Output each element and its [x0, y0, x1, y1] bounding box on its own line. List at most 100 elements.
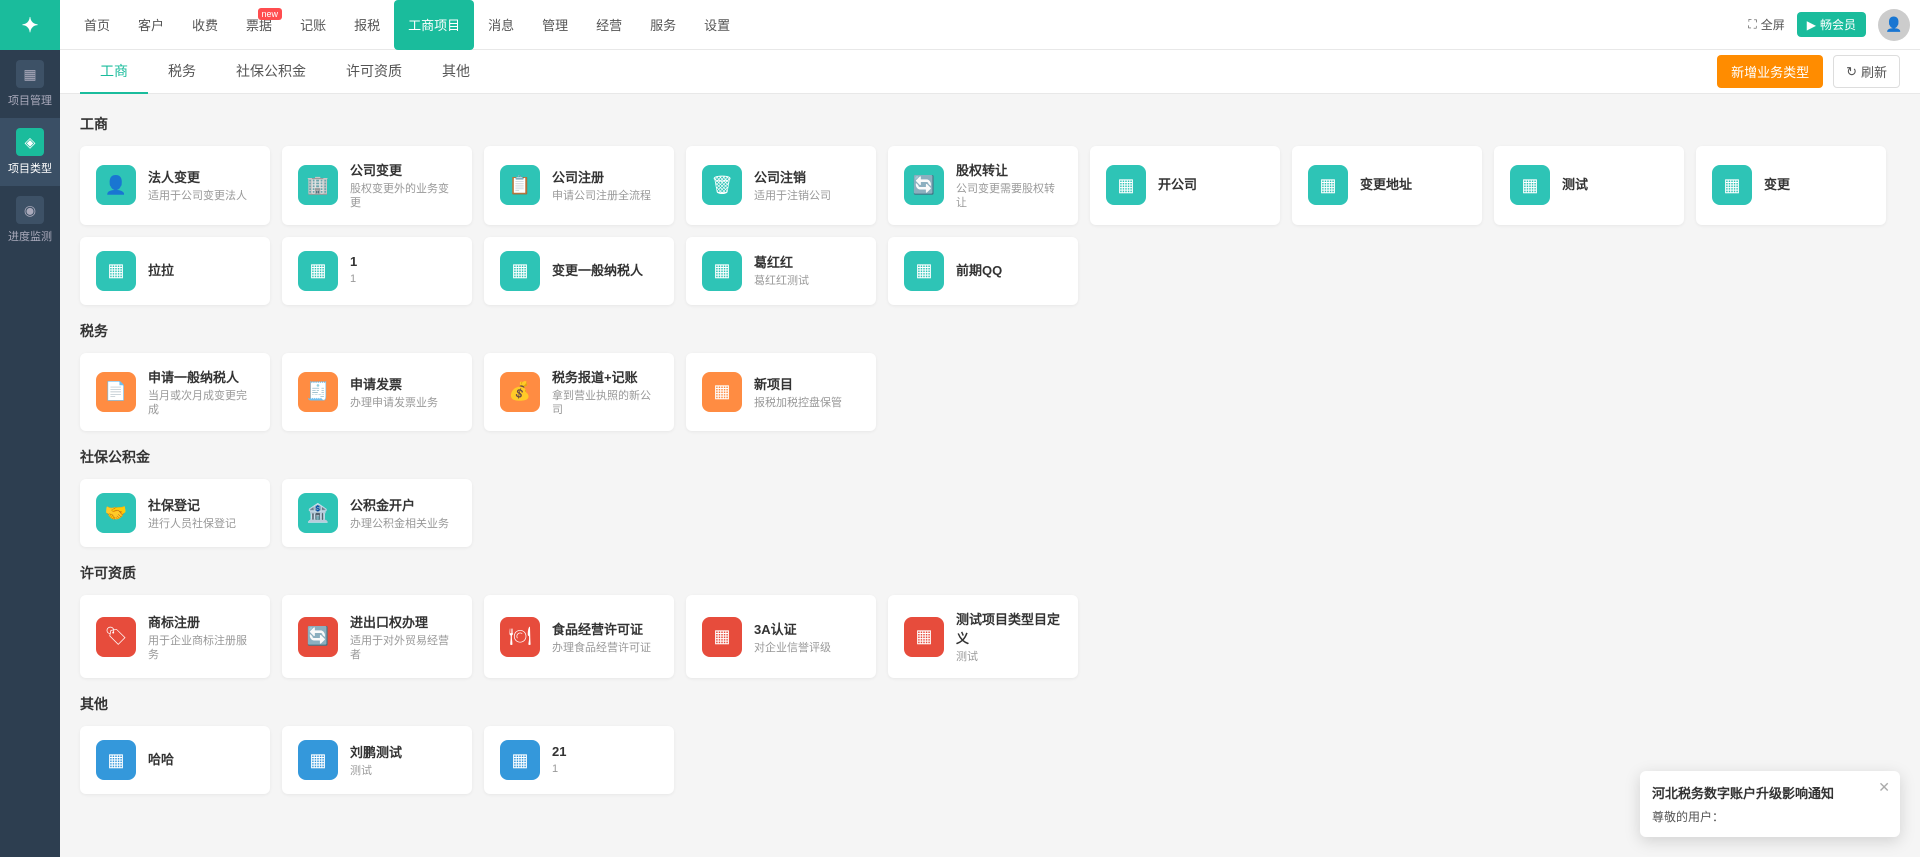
card-food-license[interactable]: 🍽 食品经营许可证 办理食品经营许可证 [484, 595, 674, 678]
card-change-tax[interactable]: ▦ 变更一般纳税人 [484, 237, 674, 305]
card-change-address[interactable]: ▦ 变更地址 [1292, 146, 1482, 225]
new-business-type-button[interactable]: 新增业务类型 [1717, 55, 1823, 88]
card-icon-front-qq: ▦ [904, 251, 944, 291]
card-haha[interactable]: ▦ 哈哈 [80, 726, 270, 794]
section-social-title: 社保公积金 [80, 447, 1900, 467]
nav-invoice[interactable]: 票据 new [232, 0, 286, 50]
card-subtitle-legal-change: 适用于公司变更法人 [148, 189, 247, 203]
card-3a-cert[interactable]: ▦ 3A认证 对企业信誉评级 [686, 595, 876, 678]
subtab-industrial[interactable]: 工商 [80, 50, 148, 94]
subtab-social[interactable]: 社保公积金 [216, 50, 326, 94]
nav-service[interactable]: 服务 [636, 0, 690, 50]
card-title-change-tax: 变更一般纳税人 [552, 260, 643, 279]
card-test[interactable]: ▦ 测试 [1494, 146, 1684, 225]
avatar[interactable]: 👤 [1878, 9, 1910, 41]
card-title-import-export: 进出口权办理 [350, 612, 456, 631]
card-title-company-change: 公司变更 [350, 160, 456, 179]
card-fund-open[interactable]: 🏦 公积金开户 办理公积金相关业务 [282, 479, 472, 547]
nav-manage[interactable]: 管理 [528, 0, 582, 50]
card-icon-food-license: 🍽 [500, 617, 540, 657]
card-subtitle-test-type: 测试 [956, 650, 1062, 664]
card-ge-hong-hong[interactable]: ▦ 葛红红 葛红红测试 [686, 237, 876, 305]
nav-settings[interactable]: 设置 [690, 0, 744, 50]
card-subtitle-company-register: 申请公司注册全流程 [552, 189, 651, 203]
card-title-trademark: 商标注册 [148, 612, 254, 631]
section-license: 许可资质 🏷 商标注册 用于企业商标注册服务 🔄 进出口权办理 适用于对外贸易经… [80, 563, 1900, 678]
card-open-company[interactable]: ▦ 开公司 [1090, 146, 1280, 225]
card-title-apply-invoice: 申请发票 [350, 374, 438, 393]
card-test-type[interactable]: ▦ 测试项目类型目定义 测试 [888, 595, 1078, 678]
card-front-qq[interactable]: ▦ 前期QQ [888, 237, 1078, 305]
nav-industrial[interactable]: 工商项目 [394, 0, 474, 50]
subtabs-right: 新增业务类型 ↻ 刷新 [1717, 55, 1900, 88]
card-title-food-license: 食品经营许可证 [552, 619, 651, 638]
subtab-license[interactable]: 许可资质 [326, 50, 422, 94]
card-icon-twenty-one: ▦ [500, 740, 540, 780]
nav-message[interactable]: 消息 [474, 0, 528, 50]
card-legal-change[interactable]: 👤 法人变更 适用于公司变更法人 [80, 146, 270, 225]
fullscreen-icon: ⛶ [1748, 17, 1756, 32]
logo-icon: ✦ [22, 13, 39, 38]
card-social-register[interactable]: 🤝 社保登记 进行人员社保登记 [80, 479, 270, 547]
card-title-apply-tax: 申请一般纳税人 [148, 367, 254, 386]
sidebar-item-project-manage[interactable]: ▦ 项目管理 [0, 50, 60, 118]
fullscreen-btn[interactable]: ⛶ 全屏 [1748, 16, 1784, 33]
nav-tax[interactable]: 报税 [340, 0, 394, 50]
card-subtitle-social-register: 进行人员社保登记 [148, 517, 236, 531]
card-tax-report[interactable]: 💰 税务报道+记账 拿到营业执照的新公司 [484, 353, 674, 432]
nav-customer[interactable]: 客户 [124, 0, 178, 50]
card-icon-test-type: ▦ [904, 617, 944, 657]
card-subtitle-ge-hong-hong: 葛红红测试 [754, 274, 809, 288]
card-title-tax-report: 税务报道+记账 [552, 367, 658, 386]
card-apply-invoice[interactable]: 🧾 申请发票 办理申请发票业务 [282, 353, 472, 432]
refresh-label: 刷新 [1861, 62, 1887, 81]
card-change[interactable]: ▦ 变更 [1696, 146, 1886, 225]
notification-close-button[interactable]: ✕ [1878, 779, 1890, 796]
card-subtitle-one: 1 [350, 272, 357, 286]
card-one[interactable]: ▦ 1 1 [282, 237, 472, 305]
card-liu-peng-test[interactable]: ▦ 刘鹏测试 测试 [282, 726, 472, 794]
section-social: 社保公积金 🤝 社保登记 进行人员社保登记 🏦 公积金开户 办理公积金相关业务 [80, 447, 1900, 547]
sidebar-item-progress-monitor[interactable]: ◉ 进度监测 [0, 186, 60, 254]
card-icon-change-address: ▦ [1308, 165, 1348, 205]
card-company-register[interactable]: 📋 公司注册 申请公司注册全流程 [484, 146, 674, 225]
subtabs: 工商 税务 社保公积金 许可资质 其他 新增业务类型 ↻ 刷新 [60, 50, 1920, 94]
card-subtitle-liu-peng-test: 测试 [350, 764, 402, 778]
project-type-icon: ◈ [16, 128, 44, 156]
card-title-company-cancel: 公司注销 [754, 167, 831, 186]
license-cards-grid: 🏷 商标注册 用于企业商标注册服务 🔄 进出口权办理 适用于对外贸易经营者 🍽 [80, 595, 1900, 678]
vip-icon: ▶ [1807, 18, 1816, 32]
subtab-tax[interactable]: 税务 [148, 50, 216, 94]
section-other: 其他 ▦ 哈哈 ▦ 刘鹏测试 测试 ▦ [80, 694, 1900, 794]
section-other-title: 其他 [80, 694, 1900, 714]
content: 工商 👤 法人变更 适用于公司变更法人 🏢 公司变更 股权变更外的业务变更 [60, 94, 1920, 857]
notification-content: 尊敬的用户： [1652, 808, 1888, 825]
section-tax-title: 税务 [80, 321, 1900, 341]
card-icon-liu-peng-test: ▦ [298, 740, 338, 780]
refresh-button[interactable]: ↻ 刷新 [1833, 55, 1900, 88]
sidebar-item-project-type[interactable]: ◈ 项目类型 [0, 118, 60, 186]
card-company-cancel[interactable]: 🗑 公司注销 适用于注销公司 [686, 146, 876, 225]
card-equity-transfer[interactable]: 🔄 股权转让 公司变更需要股权转让 [888, 146, 1078, 225]
industrial-cards-grid: 👤 法人变更 适用于公司变更法人 🏢 公司变更 股权变更外的业务变更 📋 [80, 146, 1900, 305]
card-icon-company-register: 📋 [500, 165, 540, 205]
nav-accounting[interactable]: 记账 [286, 0, 340, 50]
card-icon-ge-hong-hong: ▦ [702, 251, 742, 291]
nav-home[interactable]: 首页 [70, 0, 124, 50]
vip-label: 畅会员 [1820, 16, 1856, 33]
card-icon-legal-change: 👤 [96, 165, 136, 205]
card-import-export[interactable]: 🔄 进出口权办理 适用于对外贸易经营者 [282, 595, 472, 678]
subtab-other[interactable]: 其他 [422, 50, 490, 94]
vip-btn[interactable]: ▶ 畅会员 [1797, 12, 1866, 37]
card-trademark[interactable]: 🏷 商标注册 用于企业商标注册服务 [80, 595, 270, 678]
card-company-change[interactable]: 🏢 公司变更 股权变更外的业务变更 [282, 146, 472, 225]
sidebar-item-label: 项目类型 [8, 160, 52, 176]
card-subtitle-trademark: 用于企业商标注册服务 [148, 634, 254, 663]
nav-operation[interactable]: 经营 [582, 0, 636, 50]
nav-billing[interactable]: 收费 [178, 0, 232, 50]
card-new-project[interactable]: ▦ 新项目 报税加税控盘保管 [686, 353, 876, 432]
card-twenty-one[interactable]: ▦ 21 1 [484, 726, 674, 794]
card-lala[interactable]: ▦ 拉拉 [80, 237, 270, 305]
card-apply-tax[interactable]: 📄 申请一般纳税人 当月或次月成变更完成 [80, 353, 270, 432]
notification-popup: ✕ 河北税务数字账户升级影响通知 尊敬的用户： [1640, 771, 1900, 837]
